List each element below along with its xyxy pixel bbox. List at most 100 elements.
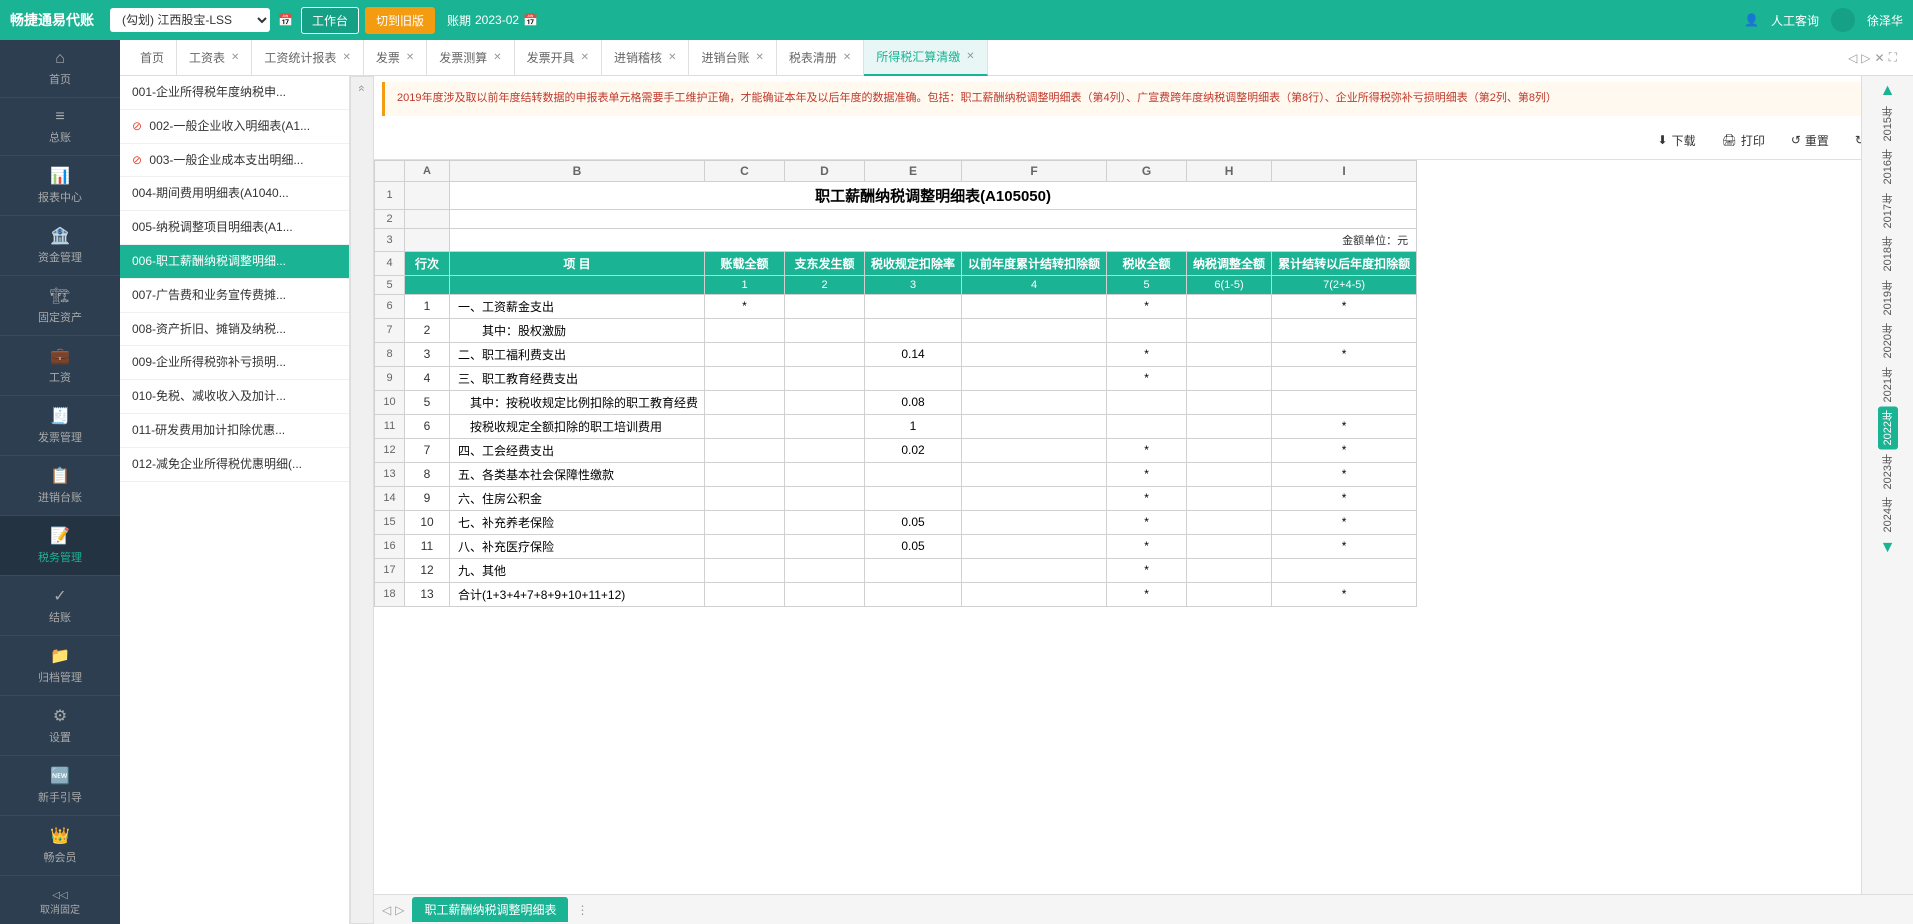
cell-9-c4[interactable] xyxy=(962,366,1107,390)
list-item-006[interactable]: 006-职工薪酬纳税调整明细... xyxy=(120,245,349,279)
tab-invoice-open[interactable]: 发票开具 ✕ xyxy=(515,40,602,76)
cell-18-c1[interactable] xyxy=(705,582,785,606)
cell-8-c1[interactable] xyxy=(705,342,785,366)
sidebar-item-ledger[interactable]: ≡ 总账 xyxy=(0,98,120,156)
year-2018[interactable]: 2018年 xyxy=(1878,232,1898,275)
cell-9-label[interactable]: 三、职工教育经费支出 xyxy=(450,366,705,390)
sidebar-item-tax[interactable]: 📝 税务管理 xyxy=(0,516,120,576)
sidebar-item-fixed-asset[interactable]: 🏗 固定资产 xyxy=(0,276,120,336)
cell-10-num[interactable]: 5 xyxy=(405,390,450,414)
cell-15-c2[interactable] xyxy=(785,510,865,534)
tab-invoice-close[interactable]: ✕ xyxy=(406,52,414,63)
cell-16-c5[interactable]: * xyxy=(1107,534,1187,558)
cell-14-label[interactable]: 六、住房公积金 xyxy=(450,486,705,510)
cell-6-num[interactable]: 1 xyxy=(405,294,450,318)
year-2023[interactable]: 2023年 xyxy=(1878,450,1898,493)
cell-14-c4[interactable] xyxy=(962,486,1107,510)
cell-15-num[interactable]: 10 xyxy=(405,510,450,534)
collapse-button[interactable]: « xyxy=(350,76,374,924)
cell-10-c4[interactable] xyxy=(962,390,1107,414)
tab-payroll-stat[interactable]: 工资统计报表 ✕ xyxy=(252,40,363,76)
cell-8-c3[interactable]: 0.14 xyxy=(865,342,962,366)
sheet-tab-active[interactable]: 职工薪酬纳税调整明细表 xyxy=(412,897,568,922)
cell-14-c7[interactable]: * xyxy=(1272,486,1417,510)
sheet-options-icon[interactable]: ⋮ xyxy=(576,903,588,917)
cell-8-c4[interactable] xyxy=(962,342,1107,366)
tab-payroll-stat-close[interactable]: ✕ xyxy=(342,52,350,63)
cell-8-num[interactable]: 3 xyxy=(405,342,450,366)
cell-8-c7[interactable]: * xyxy=(1272,342,1417,366)
cell-6-c2[interactable] xyxy=(785,294,865,318)
cell-17-c3[interactable] xyxy=(865,558,962,582)
cell-11-num[interactable]: 6 xyxy=(405,414,450,438)
tab-invoice-calc-close[interactable]: ✕ xyxy=(493,52,501,63)
cell-17-c4[interactable] xyxy=(962,558,1107,582)
cell-18-c3[interactable] xyxy=(865,582,962,606)
cancel-fixed-btn[interactable]: ◁◁ 取消固定 xyxy=(0,882,120,924)
cell-18-label[interactable]: 合计(1+3+4+7+8+9+10+11+12) xyxy=(450,582,705,606)
cell-9-c2[interactable] xyxy=(785,366,865,390)
year-2024[interactable]: 2024年 xyxy=(1878,493,1898,536)
cell-12-c5[interactable]: * xyxy=(1107,438,1187,462)
list-item-008[interactable]: 008-资产折旧、摊销及纳税... xyxy=(120,313,349,347)
cell-11-label[interactable]: 按税收规定全额扣除的职工培训费用 xyxy=(450,414,705,438)
tab-income-tax-close[interactable]: ✕ xyxy=(966,51,974,62)
year-2021[interactable]: 2021年 xyxy=(1878,363,1898,406)
spreadsheet-container[interactable]: A B C D E F G H I xyxy=(374,160,1913,894)
sidebar-item-invoice-mgmt[interactable]: 🧾 发票管理 xyxy=(0,396,120,456)
cell-10-c1[interactable] xyxy=(705,390,785,414)
cell-6-c1[interactable]: * xyxy=(705,294,785,318)
cell-18-c7[interactable]: * xyxy=(1272,582,1417,606)
cell-17-c5[interactable]: * xyxy=(1107,558,1187,582)
cell-16-c1[interactable] xyxy=(705,534,785,558)
workspace-button[interactable]: 工作台 xyxy=(301,7,359,34)
tab-close-all-icon[interactable]: ✕ xyxy=(1875,51,1885,65)
cell-13-label[interactable]: 五、各类基本社会保障性缴款 xyxy=(450,462,705,486)
cell-11-c4[interactable] xyxy=(962,414,1107,438)
print-button[interactable]: 🖨 打印 xyxy=(1714,128,1773,153)
cell-12-c4[interactable] xyxy=(962,438,1107,462)
cell-12-label[interactable]: 四、工会经费支出 xyxy=(450,438,705,462)
cell-12-c7[interactable]: * xyxy=(1272,438,1417,462)
cell-16-c2[interactable] xyxy=(785,534,865,558)
year-2020[interactable]: 2020年 xyxy=(1878,319,1898,362)
cell-7-num[interactable]: 2 xyxy=(405,318,450,342)
cell-6-c4[interactable] xyxy=(962,294,1107,318)
cell-10-c3[interactable]: 0.08 xyxy=(865,390,962,414)
cell-6-c7[interactable]: * xyxy=(1272,294,1417,318)
cell-10-label[interactable]: 其中：按税收规定比例扣除的职工教育经费 xyxy=(450,390,705,414)
sidebar-item-report[interactable]: 📊 报表中心 xyxy=(0,156,120,216)
tab-tax-clear-close[interactable]: ✕ xyxy=(843,52,851,63)
tab-prev-icon[interactable]: ◁ xyxy=(1848,51,1857,65)
cell-17-num[interactable]: 12 xyxy=(405,558,450,582)
cell-18-c6[interactable] xyxy=(1187,582,1272,606)
cell-12-c3[interactable]: 0.02 xyxy=(865,438,962,462)
cell-13-c3[interactable] xyxy=(865,462,962,486)
cell-11-c3[interactable]: 1 xyxy=(865,414,962,438)
cell-7-c2[interactable] xyxy=(785,318,865,342)
cell-12-c2[interactable] xyxy=(785,438,865,462)
list-item-005[interactable]: 005-纳税调整项目明细表(A1... xyxy=(120,211,349,245)
sidebar-item-inout[interactable]: 📋 进销台账 xyxy=(0,456,120,516)
cell-16-c3[interactable]: 0.05 xyxy=(865,534,962,558)
cell-13-c2[interactable] xyxy=(785,462,865,486)
cell-7-c5[interactable] xyxy=(1107,318,1187,342)
cell-14-c2[interactable] xyxy=(785,486,865,510)
cell-9-num[interactable]: 4 xyxy=(405,366,450,390)
cell-8-c5[interactable]: * xyxy=(1107,342,1187,366)
cell-12-num[interactable]: 7 xyxy=(405,438,450,462)
sidebar-item-archive[interactable]: 📁 归档管理 xyxy=(0,636,120,696)
cell-16-c7[interactable]: * xyxy=(1272,534,1417,558)
cell-16-c4[interactable] xyxy=(962,534,1107,558)
tab-next-icon[interactable]: ▷ xyxy=(1861,51,1870,65)
tab-invoice-open-close[interactable]: ✕ xyxy=(581,52,589,63)
sidebar-item-guide[interactable]: 🆕 新手引导 xyxy=(0,756,120,816)
list-item-007[interactable]: 007-广告费和业务宣传费摊... xyxy=(120,279,349,313)
cell-13-num[interactable]: 8 xyxy=(405,462,450,486)
list-item-012[interactable]: 012-减免企业所得税优惠明细(... xyxy=(120,448,349,482)
calendar-icon[interactable]: 📅 xyxy=(278,13,293,27)
cell-13-c1[interactable] xyxy=(705,462,785,486)
cell-11-c6[interactable] xyxy=(1187,414,1272,438)
cell-9-c6[interactable] xyxy=(1187,366,1272,390)
cell-18-c4[interactable] xyxy=(962,582,1107,606)
